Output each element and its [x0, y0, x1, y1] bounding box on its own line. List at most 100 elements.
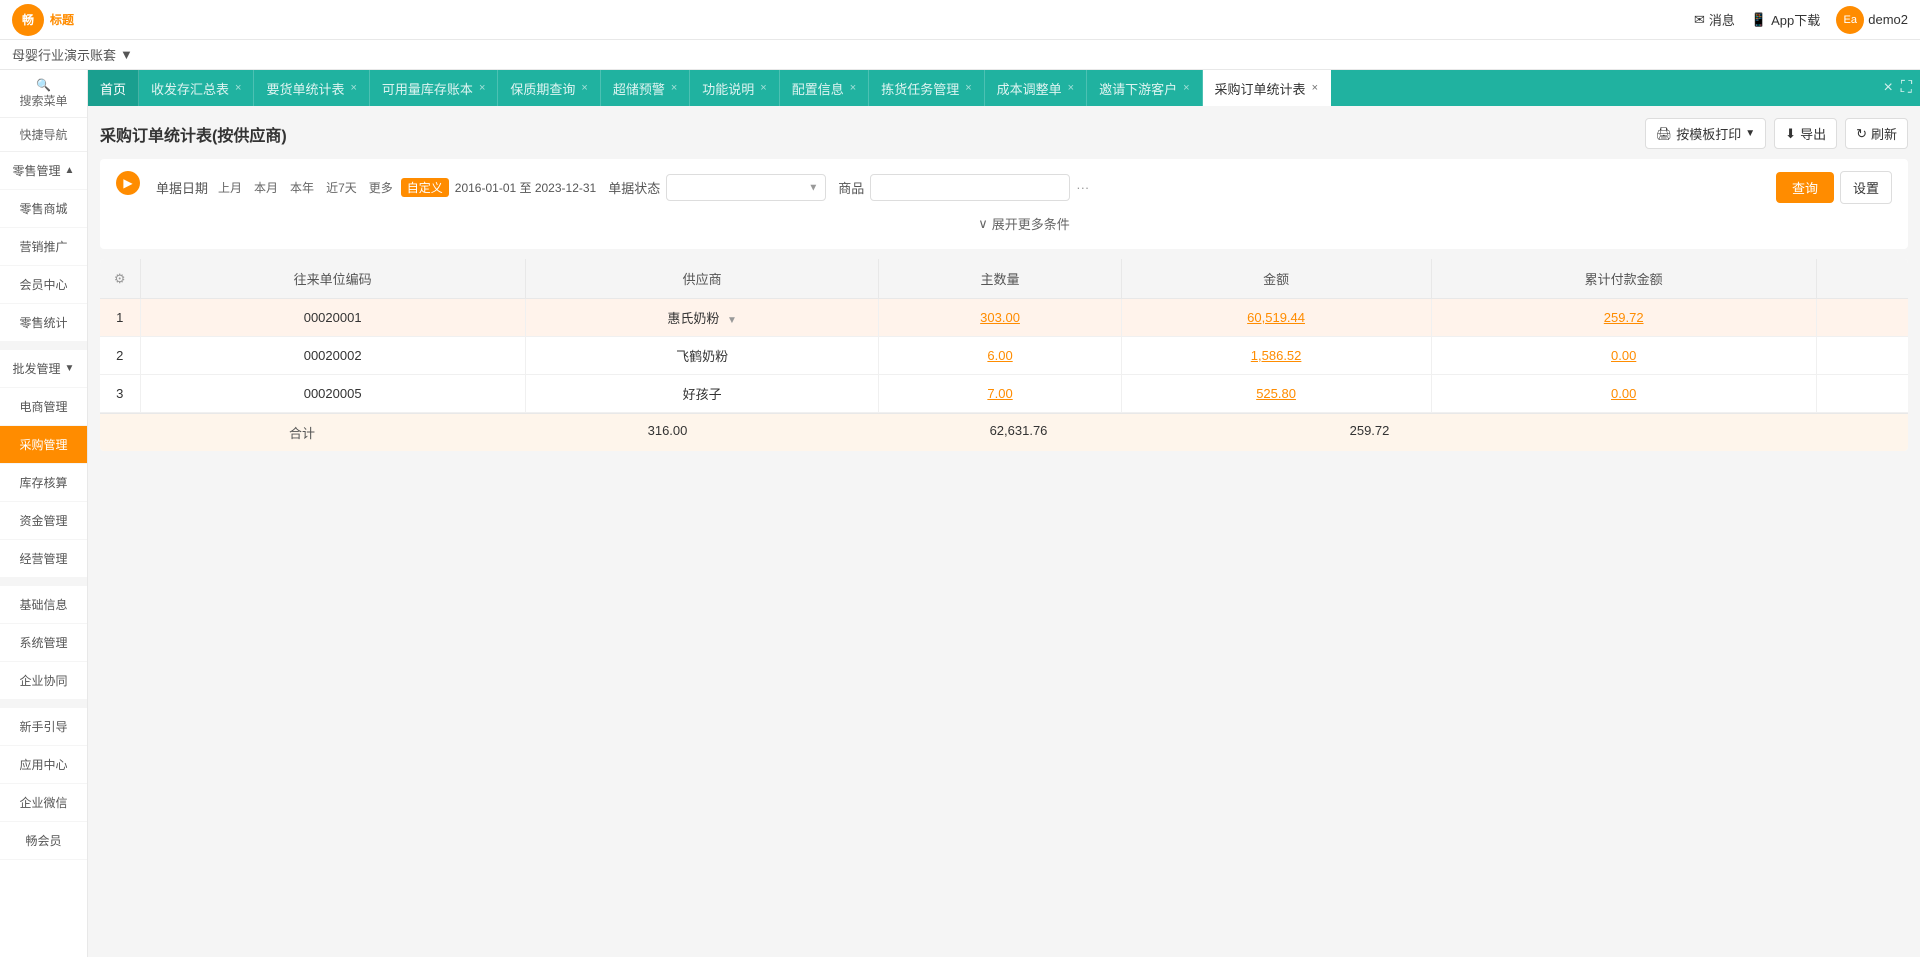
- sidebar-item-wechat[interactable]: 企业微信: [0, 784, 87, 822]
- tab-avail-stock[interactable]: 可用量库存账本 ×: [370, 70, 498, 106]
- tab-bar-actions: × ⛶: [1875, 79, 1920, 97]
- tab-cost-adjust-close[interactable]: ×: [1068, 82, 1074, 94]
- sidebar-item-retail-mgmt[interactable]: 零售管理 ▲: [0, 152, 87, 190]
- row3-qty-val[interactable]: 7.00: [987, 386, 1012, 401]
- sidebar-item-purchase[interactable]: 采购管理: [0, 426, 87, 464]
- sidebar-item-wholesale[interactable]: 批发管理 ▼: [0, 350, 87, 388]
- status-select[interactable]: [666, 174, 826, 201]
- sidebar-item-ops[interactable]: 经营管理: [0, 540, 87, 578]
- row1-expand-icon[interactable]: ▼: [727, 315, 737, 326]
- sidebar-label-basic: 基础信息: [19, 596, 67, 613]
- sidebar-item-collab[interactable]: 企业协同: [0, 662, 87, 700]
- sidebar-item-sys[interactable]: 系统管理: [0, 624, 87, 662]
- filter-toggle-btn[interactable]: ▶: [116, 171, 140, 195]
- sidebar-divider-1: [0, 342, 87, 350]
- sidebar-label-retail-stat: 零售统计: [19, 314, 67, 331]
- tab-home[interactable]: 首页: [88, 70, 139, 106]
- username: demo2: [1868, 12, 1908, 27]
- user-menu[interactable]: Ea demo2: [1836, 6, 1908, 34]
- date-shortcut-last-month[interactable]: 上月: [214, 177, 246, 198]
- sidebar-item-member2[interactable]: 畅会员: [0, 822, 87, 860]
- sidebar-item-marketing[interactable]: 营销推广: [0, 228, 87, 266]
- tab-cost-adjust-label: 成本调整单: [997, 79, 1062, 98]
- search-icon: 🔍: [6, 78, 81, 92]
- sidebar-search[interactable]: 🔍 搜索菜单: [0, 70, 87, 118]
- expand-label: 展开更多条件: [992, 214, 1070, 233]
- table-row: 3 00020005 好孩子 7.00 525.80 0.00: [100, 375, 1908, 413]
- logo-text: 标题: [50, 11, 74, 28]
- sidebar-item-finance[interactable]: 资金管理: [0, 502, 87, 540]
- tab-sfsummary[interactable]: 收发存汇总表 ×: [139, 70, 254, 106]
- row2-qty-val[interactable]: 6.00: [987, 348, 1012, 363]
- footer-paid: 259.72: [1194, 423, 1545, 442]
- tab-expand-btn[interactable]: ⛶: [1901, 79, 1912, 97]
- sidebar-item-appcenter[interactable]: 应用中心: [0, 746, 87, 784]
- row3-amount: 525.80: [1121, 375, 1431, 413]
- tab-func-desc-close[interactable]: ×: [760, 82, 766, 94]
- sidebar-item-newbie[interactable]: 新手引导: [0, 708, 87, 746]
- table-row: 2 00020002 飞鹤奶粉 6.00 1,586.52 0.00: [100, 337, 1908, 375]
- row1-paid-val[interactable]: 259.72: [1604, 310, 1644, 325]
- tab-pick-task[interactable]: 拣货任务管理 ×: [869, 70, 984, 106]
- row3-amount-val[interactable]: 525.80: [1256, 386, 1296, 401]
- tab-warranty[interactable]: 保质期查询 ×: [498, 70, 600, 106]
- footer-paid-val: 259.72: [1350, 423, 1390, 438]
- tab-over-stock[interactable]: 超储预警 ×: [601, 70, 690, 106]
- expand-filter-btn[interactable]: ∨ 展开更多条件: [156, 210, 1892, 237]
- tab-avail-stock-close[interactable]: ×: [479, 82, 485, 94]
- sidebar-item-member[interactable]: 会员中心: [0, 266, 87, 304]
- tab-func-desc[interactable]: 功能说明 ×: [690, 70, 779, 106]
- tab-close-all-btn[interactable]: ×: [1883, 79, 1892, 97]
- goods-label: 商品: [838, 178, 864, 197]
- tab-warranty-close[interactable]: ×: [581, 82, 587, 94]
- th-paid: 累计付款金额: [1431, 259, 1816, 299]
- export-button[interactable]: ⬇ 导出: [1774, 118, 1837, 149]
- sidebar-label-retail-mgmt: 零售管理: [13, 162, 61, 179]
- row1-qty-val[interactable]: 303.00: [980, 310, 1020, 325]
- sidebar-item-ecom[interactable]: 电商管理: [0, 388, 87, 426]
- tab-purchase-stat[interactable]: 采购订单统计表 ×: [1203, 70, 1331, 106]
- date-shortcut-more[interactable]: 更多: [365, 177, 397, 198]
- tab-pick-task-close[interactable]: ×: [965, 82, 971, 94]
- sidebar-item-basic[interactable]: 基础信息: [0, 586, 87, 624]
- tab-goods-stat[interactable]: 要货单统计表 ×: [254, 70, 369, 106]
- tab-purchase-stat-close[interactable]: ×: [1312, 82, 1318, 94]
- tab-config-close[interactable]: ×: [850, 82, 856, 94]
- date-shortcut-this-year[interactable]: 本年: [286, 177, 318, 198]
- sidebar-item-retail-shop[interactable]: 零售商城: [0, 190, 87, 228]
- date-shortcut-this-month[interactable]: 本月: [250, 177, 282, 198]
- status-select-wrapper: [666, 174, 826, 201]
- settings-gear-icon[interactable]: ⚙: [114, 271, 126, 286]
- row2-amount-val[interactable]: 1,586.52: [1251, 348, 1302, 363]
- quicknav-label: 快捷导航: [19, 128, 67, 142]
- tab-invite-down[interactable]: 邀请下游客户 ×: [1087, 70, 1202, 106]
- sidebar-item-retail-stat[interactable]: 零售统计: [0, 304, 87, 342]
- top-bar: 畅 标题 ✉ 消息 📱 App下载 Ea demo2: [0, 0, 1920, 40]
- print-button[interactable]: 🖨 按模板打印 ▼: [1645, 118, 1766, 149]
- tab-goods-stat-close[interactable]: ×: [350, 82, 356, 94]
- message-btn[interactable]: ✉ 消息: [1694, 10, 1735, 29]
- tab-over-stock-close[interactable]: ×: [671, 82, 677, 94]
- row1-amount-val[interactable]: 60,519.44: [1247, 310, 1305, 325]
- tab-config[interactable]: 配置信息 ×: [780, 70, 869, 106]
- date-shortcut-7days[interactable]: 近7天: [322, 177, 361, 198]
- app-download-btn[interactable]: 📱 App下载: [1751, 10, 1820, 29]
- sidebar-label-marketing: 营销推广: [19, 238, 67, 255]
- row3-paid-val[interactable]: 0.00: [1611, 386, 1636, 401]
- tab-invite-down-close[interactable]: ×: [1183, 82, 1189, 94]
- workspace-selector[interactable]: 母婴行业演示账套 ▼: [12, 45, 133, 64]
- sidebar-quicknav[interactable]: 快捷导航: [0, 118, 87, 152]
- page-content: 采购订单统计表(按供应商) 🖨 按模板打印 ▼ ⬇ 导出 ↻ 刷新: [88, 106, 1920, 957]
- goods-more-icon[interactable]: ···: [1076, 180, 1089, 195]
- row2-paid-val[interactable]: 0.00: [1611, 348, 1636, 363]
- tab-cost-adjust[interactable]: 成本调整单 ×: [985, 70, 1087, 106]
- refresh-button[interactable]: ↻ 刷新: [1845, 118, 1908, 149]
- row3-qty: 7.00: [879, 375, 1121, 413]
- sidebar-label-ecom: 电商管理: [19, 398, 67, 415]
- sidebar-item-stock[interactable]: 库存核算: [0, 464, 87, 502]
- goods-input[interactable]: [870, 174, 1070, 201]
- date-shortcut-custom[interactable]: 自定义: [401, 178, 449, 197]
- query-button[interactable]: 查询: [1776, 172, 1834, 203]
- tab-sfsummary-close[interactable]: ×: [235, 82, 241, 94]
- settings-button[interactable]: 设置: [1840, 171, 1892, 204]
